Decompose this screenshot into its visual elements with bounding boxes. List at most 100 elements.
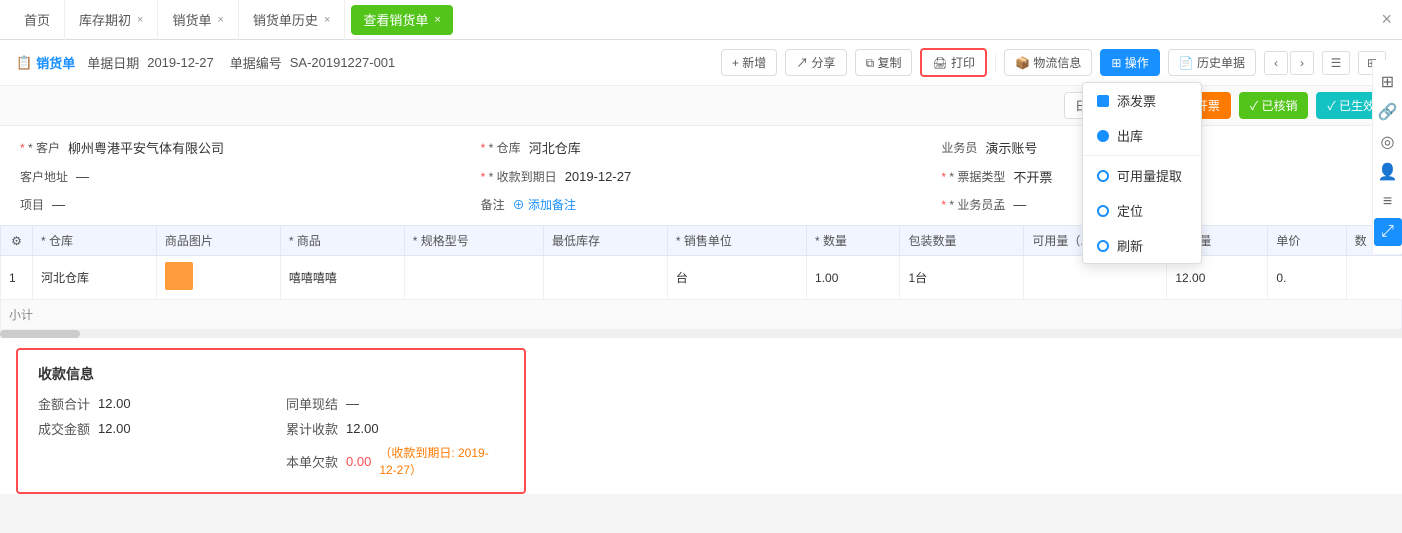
next-arrow[interactable]: › <box>1290 51 1314 75</box>
tab-view-sales-close[interactable]: × <box>434 14 440 26</box>
sidebar-circle-icon[interactable]: ◎ <box>1374 128 1402 156</box>
tab-inventory-close[interactable]: × <box>137 14 143 26</box>
address-value: — <box>76 169 89 184</box>
tab-view-sales[interactable]: 查看销货单 × <box>351 5 452 35</box>
col-spec: * 规格型号 <box>404 226 543 256</box>
menu-outbound[interactable]: 出库 <box>1083 118 1201 153</box>
new-button[interactable]: + 新增 <box>721 49 777 76</box>
tab-sales-history[interactable]: 销货单历史 × <box>239 0 345 40</box>
row-num: 1 <box>1 256 33 300</box>
row-pack-qty: 1台 <box>900 256 1024 300</box>
menu-locate[interactable]: 定位 <box>1083 193 1201 228</box>
separator <box>995 53 996 73</box>
tab-sales[interactable]: 销货单 × <box>158 0 238 40</box>
right-sidebar: ⊞ 🔗 ◎ 👤 ≡ ⤢ <box>1372 60 1402 254</box>
due-extra: （收款到期日: 2019-12-27） <box>379 444 504 478</box>
sidebar-user-icon[interactable]: 👤 <box>1374 158 1402 186</box>
staff2-label: * 业务员孟 <box>941 196 1005 213</box>
menu-add-invoice[interactable]: 添发票 <box>1083 83 1201 118</box>
date-label: 单据日期 2019-12-27 <box>87 53 214 72</box>
staff2-value: — <box>1013 197 1026 212</box>
subtotal-label: 小计 <box>1 300 1402 330</box>
sidebar-list-icon[interactable]: ≡ <box>1374 188 1402 216</box>
col-img: 商品图片 <box>156 226 280 256</box>
row-product: 嘻嘻嘻嘻 <box>280 256 404 300</box>
add-note-button[interactable]: ⊕ 添加备注 <box>513 196 576 213</box>
payment-title: 收款信息 <box>38 364 504 384</box>
tab-bar: 首页 库存期初 × 销货单 × 销货单历史 × 查看销货单 × × <box>0 0 1402 40</box>
nav-arrows: ‹ › <box>1264 51 1314 75</box>
same-order-value: — <box>346 396 359 411</box>
sidebar-grid-icon[interactable]: ⊞ <box>1374 68 1402 96</box>
copy-button[interactable]: ⧉ 复制 <box>855 49 913 76</box>
outbound-icon <box>1097 130 1109 142</box>
payment-grid: 金额合计 12.00 成交金额 12.00 同单现结 — 累计收款 12.00 <box>38 394 504 478</box>
add-invoice-icon <box>1097 95 1109 107</box>
prev-arrow[interactable]: ‹ <box>1264 51 1288 75</box>
row-warehouse: 河北仓库 <box>33 256 157 300</box>
note-label: 备注 <box>481 196 505 213</box>
address-label: 客户地址 <box>20 168 68 185</box>
payment-date-label: * 收款到期日 <box>481 168 557 185</box>
confirmed-button[interactable]: ✓ 已核销 <box>1239 92 1309 119</box>
print-button[interactable]: 🖨 打印 <box>920 48 987 77</box>
ticket-type-label: * 票据类型 <box>941 168 1005 185</box>
row-min-stock <box>543 256 667 300</box>
right-payment-col: 同单现结 — 累计收款 12.00 本单欠款 0.00 （收款到期日: 2019… <box>286 394 504 478</box>
locate-icon <box>1097 205 1109 217</box>
deal-value: 12.00 <box>98 421 131 436</box>
number-label: 单据编号 SA-20191227-001 <box>230 53 396 72</box>
product-image <box>165 262 193 290</box>
deal-label: 成交金额 <box>38 419 90 438</box>
warehouse-value: 河北仓库 <box>529 138 581 157</box>
close-all-button[interactable]: × <box>1381 9 1392 30</box>
view-toggle-1[interactable]: ☰ <box>1322 51 1350 75</box>
note-row: 备注 ⊕ 添加备注 <box>481 196 922 213</box>
accumulated-label: 累计收款 <box>286 419 338 438</box>
tab-home[interactable]: 首页 <box>10 0 65 40</box>
due-label: 本单欠款 <box>286 452 338 471</box>
logistics-button[interactable]: 📦 物流信息 <box>1004 49 1092 76</box>
row-unit: 台 <box>667 256 806 300</box>
col-qty: * 数量 <box>807 226 900 256</box>
ticket-type-value: 不开票 <box>1013 167 1052 186</box>
table-scrollbar[interactable] <box>0 330 1402 338</box>
subtotal-row: 小计 <box>1 300 1402 330</box>
doc-icon: 📋 <box>16 55 32 71</box>
tab-sales-close[interactable]: × <box>217 14 223 26</box>
warehouse-label: * 仓库 <box>481 139 521 156</box>
share-button[interactable]: ↗ 分享 <box>785 49 846 76</box>
menu-available-qty[interactable]: 可用量提取 <box>1083 158 1201 193</box>
sidebar-expand-icon[interactable]: ⤢ <box>1374 218 1402 246</box>
sidebar-link-icon[interactable]: 🔗 <box>1374 98 1402 126</box>
customer-label: * 客户 <box>20 139 60 156</box>
doc-meta: 单据日期 2019-12-27 单据编号 SA-20191227-001 <box>87 53 395 72</box>
toolbar-actions: + 新增 ↗ 分享 ⧉ 复制 🖨 打印 📦 物流信息 ⊞ 操作 📄 历史单据 ‹… <box>721 48 1386 77</box>
doc-title: 📋 销货单 <box>16 53 75 72</box>
total-value: 12.00 <box>98 396 131 411</box>
col-unit: * 销售单位 <box>667 226 806 256</box>
scrollbar-thumb[interactable] <box>0 330 80 338</box>
customer-value: 柳州粤港平安气体有限公司 <box>68 138 224 157</box>
history-button[interactable]: 📄 历史单据 <box>1168 49 1256 76</box>
payment-date-row: * 收款到期日 2019-12-27 <box>481 167 922 186</box>
tab-inventory[interactable]: 库存期初 × <box>65 0 158 40</box>
available-qty-icon <box>1097 170 1109 182</box>
same-order-label: 同单现结 <box>286 394 338 413</box>
staff-label: 业务员 <box>941 139 977 156</box>
col-settings: ⚙ <box>1 226 33 256</box>
address-row: 客户地址 — <box>20 167 461 186</box>
top-toolbar: 📋 销货单 单据日期 2019-12-27 单据编号 SA-20191227-0… <box>0 40 1402 86</box>
row-img <box>156 256 280 300</box>
menu-refresh[interactable]: 刷新 <box>1083 228 1201 263</box>
deal-row: 成交金额 12.00 <box>38 419 256 438</box>
col-price: 单价 <box>1268 226 1346 256</box>
operations-button[interactable]: ⊞ 操作 <box>1100 49 1159 76</box>
refresh-icon <box>1097 240 1109 252</box>
total-amount-row: 金额合计 12.00 <box>38 394 256 413</box>
project-value: — <box>52 197 65 212</box>
operations-dropdown: 添发票 出库 可用量提取 定位 刷新 <box>1082 82 1202 264</box>
total-row: 金额合计 12.00 成交金额 12.00 <box>38 394 256 478</box>
tab-sales-history-close[interactable]: × <box>324 14 330 26</box>
col-min-stock: 最低库存 <box>543 226 667 256</box>
